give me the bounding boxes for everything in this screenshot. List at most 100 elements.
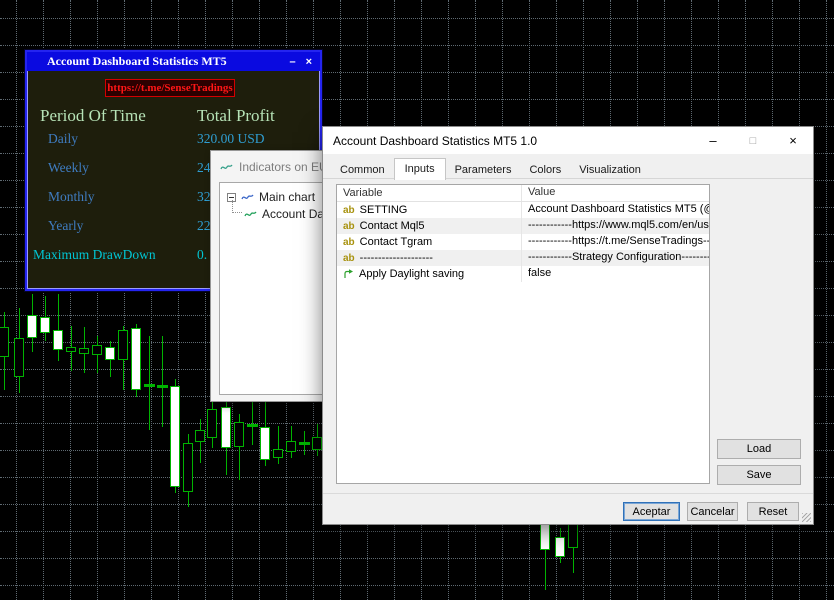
string-input-icon: ab bbox=[343, 236, 355, 248]
candle-body bbox=[540, 522, 550, 550]
tree-item-account-dashboard[interactable]: Account Dash bbox=[220, 200, 337, 221]
gridline bbox=[0, 18, 834, 19]
minimize-button[interactable]: – bbox=[693, 127, 733, 154]
gridline bbox=[826, 0, 827, 600]
candle-body bbox=[299, 442, 310, 445]
reset-button[interactable]: Reset bbox=[747, 502, 799, 521]
variable-name: -------------------- bbox=[359, 251, 433, 264]
candle-body bbox=[92, 345, 102, 355]
gridline bbox=[0, 585, 834, 586]
variable-name: Apply Daylight saving bbox=[359, 267, 465, 280]
dialog-title: Account Dashboard Statistics MT5 1.0 bbox=[333, 133, 538, 148]
indicator-icon bbox=[244, 211, 257, 216]
variable-value[interactable]: ------------https://t.me/SenseTradings--… bbox=[522, 234, 709, 250]
dashboard-titlebar[interactable]: Account Dashboard Statistics MT5 – × bbox=[27, 52, 320, 71]
indicator-properties-dialog: Account Dashboard Statistics MT5 1.0 – □… bbox=[322, 126, 814, 525]
candle-body bbox=[183, 443, 193, 492]
variable-name: SETTING bbox=[359, 203, 408, 216]
table-row[interactable]: Apply Daylight saving false bbox=[337, 266, 709, 282]
gridline bbox=[0, 45, 834, 46]
candle-body bbox=[79, 348, 89, 354]
stat-value: 320.00 USD bbox=[197, 131, 265, 146]
candle-body bbox=[260, 427, 270, 460]
candle-body bbox=[286, 441, 296, 452]
tab-inputs[interactable]: Inputs bbox=[393, 158, 446, 180]
string-input-icon: ab bbox=[343, 220, 355, 232]
candle-wick bbox=[58, 294, 59, 361]
save-button[interactable]: Save bbox=[717, 465, 801, 485]
candle-body bbox=[247, 424, 258, 427]
variable-name: Contact Tgram bbox=[359, 235, 433, 248]
variable-value[interactable]: ------------https://www.mql5.com/en/user… bbox=[522, 218, 709, 234]
candle-body bbox=[105, 347, 115, 360]
candle-wick bbox=[149, 336, 150, 430]
stat-label: Monthly bbox=[48, 189, 95, 204]
candle-body bbox=[53, 330, 63, 350]
candle-wick bbox=[162, 336, 163, 427]
string-input-icon: ab bbox=[343, 252, 355, 264]
candle-body bbox=[221, 407, 231, 448]
candle-body bbox=[568, 524, 578, 548]
variable-value[interactable]: false bbox=[522, 266, 709, 282]
value-column-header: Value bbox=[528, 186, 556, 198]
gridline bbox=[16, 0, 17, 600]
maximize-button[interactable]: □ bbox=[733, 127, 773, 154]
candle-body bbox=[131, 328, 141, 390]
variable-name: Contact Mql5 bbox=[359, 219, 425, 232]
candle-wick bbox=[278, 426, 279, 464]
table-row[interactable]: ab Contact Tgram ------------https://t.me… bbox=[337, 234, 709, 250]
candle-body bbox=[118, 330, 128, 360]
total-profit-header: Total Profit bbox=[197, 106, 275, 125]
chart-line-icon bbox=[241, 194, 254, 199]
gridline bbox=[0, 531, 834, 532]
stat-label: Maximum DrawDown bbox=[33, 247, 156, 262]
telegram-link-label: https://t.me/SenseTradings bbox=[105, 79, 235, 97]
candle-body bbox=[312, 437, 322, 450]
candle-body bbox=[273, 449, 283, 458]
accept-button[interactable]: Aceptar bbox=[623, 502, 680, 521]
candle-body bbox=[157, 385, 168, 388]
stat-value: 0. bbox=[197, 247, 208, 262]
dashboard-minimize-button[interactable]: – bbox=[289, 56, 295, 68]
variable-value[interactable]: Account Dashboard Statistics MT5 (@Sense… bbox=[522, 202, 709, 218]
candle-body bbox=[195, 430, 205, 442]
stat-value: 32 bbox=[197, 189, 211, 204]
stat-label: Yearly bbox=[48, 218, 84, 233]
candle-body bbox=[27, 315, 37, 338]
string-input-icon: ab bbox=[343, 204, 355, 216]
gridline bbox=[0, 558, 834, 559]
candle-body bbox=[555, 537, 565, 557]
period-of-time-header: Period Of Time bbox=[40, 106, 146, 125]
table-row[interactable]: ab -------------------- ------------Strat… bbox=[337, 250, 709, 266]
dashboard-close-button[interactable]: × bbox=[306, 56, 312, 68]
candle-body bbox=[170, 386, 180, 487]
table-row[interactable]: ab Contact Mql5 ------------https://www.m… bbox=[337, 218, 709, 234]
variable-column-header: Variable bbox=[337, 185, 522, 201]
stat-value: 22 bbox=[197, 218, 211, 233]
stat-value: 24 bbox=[197, 160, 211, 175]
candle-body bbox=[144, 384, 155, 387]
indicator-icon bbox=[220, 164, 233, 169]
dashboard-title: Account Dashboard Statistics MT5 bbox=[47, 54, 227, 68]
table-row[interactable]: ab SETTING Account Dashboard Statistics M… bbox=[337, 202, 709, 218]
dialog-titlebar[interactable]: Account Dashboard Statistics MT5 1.0 – □… bbox=[323, 127, 813, 154]
candle-body bbox=[14, 338, 24, 377]
cancel-button[interactable]: Cancelar bbox=[687, 502, 738, 521]
tab-bar: Common Inputs Parameters Colors Visualiz… bbox=[331, 158, 650, 180]
tree-item-label: Main chart bbox=[259, 190, 316, 204]
candle-wick bbox=[252, 399, 253, 445]
candle-body bbox=[0, 327, 9, 357]
variable-value[interactable]: ------------Strategy Configuration------… bbox=[522, 250, 709, 266]
close-button[interactable]: × bbox=[773, 127, 813, 154]
bool-input-icon bbox=[344, 269, 353, 278]
table-header-row: Variable Value bbox=[337, 185, 709, 202]
load-button[interactable]: Load bbox=[717, 439, 801, 459]
candle-body bbox=[40, 317, 50, 333]
button-separator bbox=[323, 493, 813, 494]
candle-body bbox=[66, 347, 76, 352]
candle-body bbox=[234, 422, 244, 447]
candle-body bbox=[207, 409, 217, 438]
resize-grip-icon[interactable] bbox=[802, 513, 811, 522]
indicators-tree[interactable]: Main chart Account Dash bbox=[219, 182, 338, 395]
stat-label: Weekly bbox=[48, 160, 89, 175]
